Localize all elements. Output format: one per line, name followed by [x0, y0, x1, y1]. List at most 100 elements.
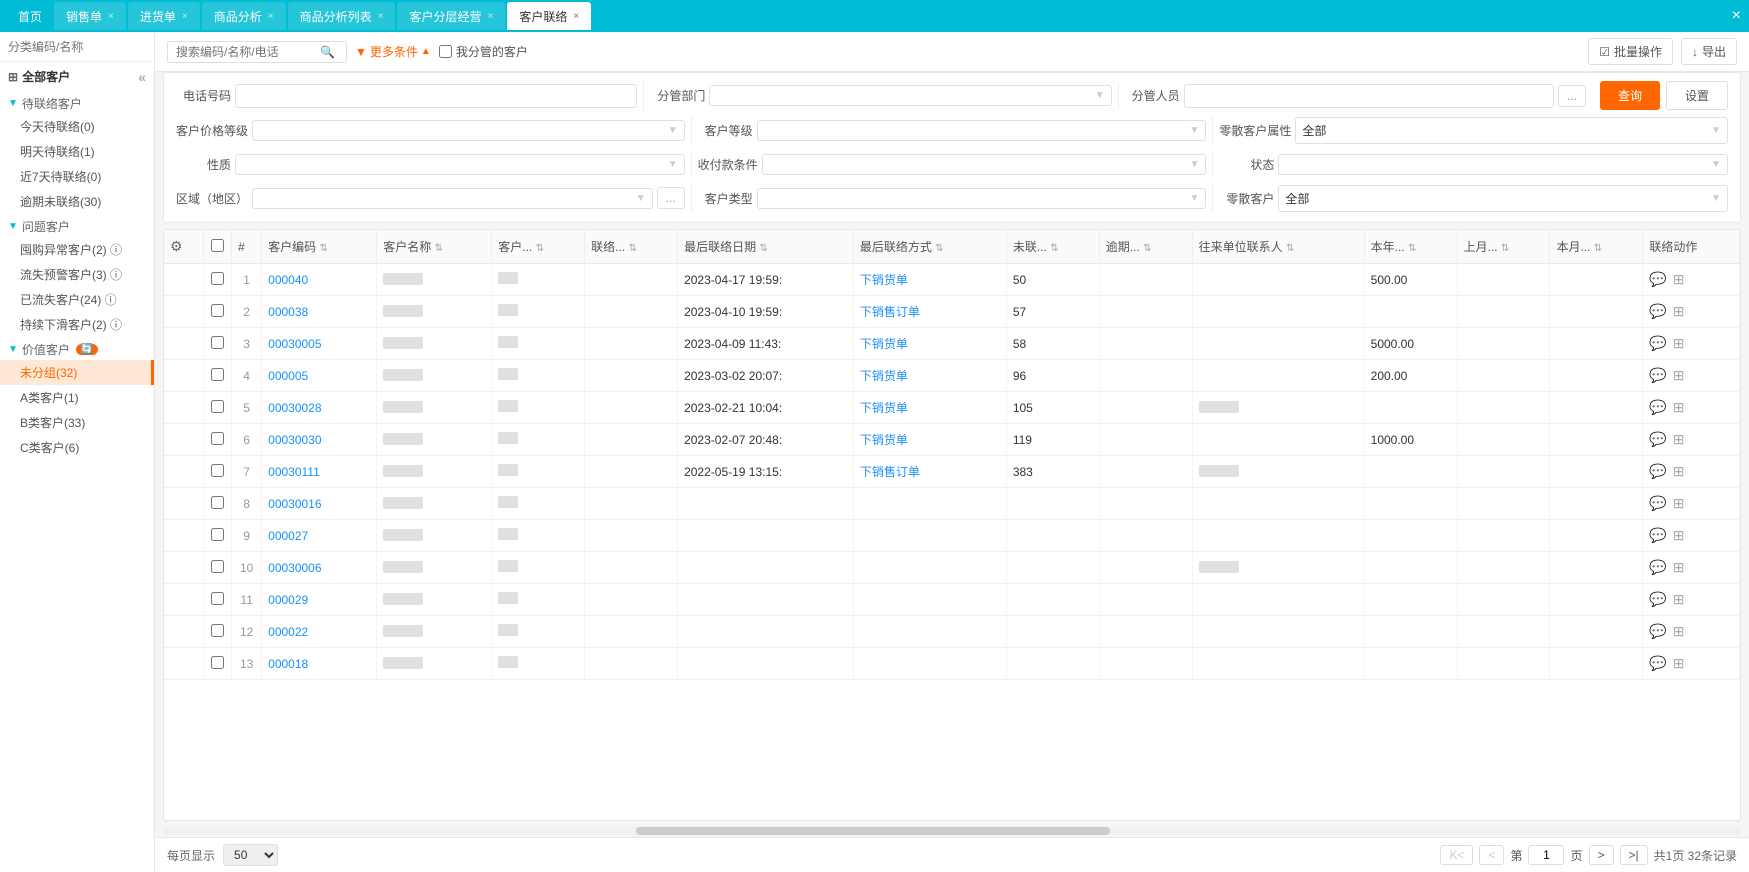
more-action-icon[interactable]: ⊞: [1673, 399, 1685, 416]
more-action-icon[interactable]: ⊞: [1673, 655, 1685, 672]
row-code[interactable]: 00030005: [262, 328, 377, 360]
sidebar-item-today[interactable]: 今天待联络(0): [0, 114, 154, 139]
col-type[interactable]: 客户... ⇅: [492, 230, 585, 264]
sidebar-item-class-b[interactable]: B类客户(33): [0, 410, 154, 435]
row-checkbox[interactable]: [211, 624, 224, 637]
close-customer-contact-icon[interactable]: ×: [573, 11, 579, 22]
row-checkbox[interactable]: [211, 272, 224, 285]
row-checkbox[interactable]: [211, 304, 224, 317]
filter-select-dept[interactable]: ▼: [709, 85, 1111, 106]
customer-code-link[interactable]: 00030111: [268, 465, 320, 479]
filter-region-ellipsis-btn[interactable]: ...: [657, 187, 685, 209]
pending-contact-category[interactable]: ▼ 待联络客户: [0, 91, 154, 114]
tab-customer-contact[interactable]: 客户联络 ×: [507, 2, 591, 30]
row-code[interactable]: 00030030: [262, 424, 377, 456]
more-action-icon[interactable]: ⊞: [1673, 591, 1685, 608]
close-product-analysis-icon[interactable]: ×: [268, 11, 274, 22]
select-all-checkbox[interactable]: [211, 239, 224, 252]
col-overdue[interactable]: 逾期... ⇅: [1099, 230, 1192, 264]
customer-code-link[interactable]: 00030028: [268, 401, 321, 415]
sidebar-search-input[interactable]: [8, 40, 155, 54]
last-method-link[interactable]: 下销货单: [860, 433, 908, 447]
row-code[interactable]: 00030006: [262, 552, 377, 584]
filter-select-retail[interactable]: 全部 ▼: [1278, 185, 1728, 212]
col-no-contact[interactable]: 未联... ⇅: [1006, 230, 1099, 264]
row-checkbox[interactable]: [211, 656, 224, 669]
batch-operation-button[interactable]: ☑ 批量操作: [1588, 38, 1673, 65]
close-product-analysis-list-icon[interactable]: ×: [378, 11, 384, 22]
contact-icon[interactable]: 💬: [1649, 303, 1666, 320]
filter-input-person[interactable]: [1184, 84, 1554, 108]
col-name[interactable]: 客户名称 ⇅: [377, 230, 492, 264]
customer-code-link[interactable]: 000029: [268, 593, 308, 607]
more-action-icon[interactable]: ⊞: [1673, 271, 1685, 288]
col-year-amount[interactable]: 本年... ⇅: [1364, 230, 1457, 264]
row-code[interactable]: 00030111: [262, 456, 377, 488]
row-checkbox[interactable]: [211, 496, 224, 509]
collapse-sidebar-icon[interactable]: «: [138, 69, 146, 85]
contact-icon[interactable]: 💬: [1649, 399, 1666, 416]
customer-code-link[interactable]: 000018: [268, 657, 308, 671]
sidebar-item-churned[interactable]: 已流失客户(24) ⓘ: [0, 287, 154, 312]
contact-icon[interactable]: 💬: [1649, 271, 1666, 288]
close-customer-segment-icon[interactable]: ×: [487, 11, 493, 22]
row-code[interactable]: 000027: [262, 520, 377, 552]
last-method-link[interactable]: 下销售订单: [860, 305, 920, 319]
col-last-method[interactable]: 最后联络方式 ⇅: [853, 230, 1006, 264]
row-code[interactable]: 00030016: [262, 488, 377, 520]
more-action-icon[interactable]: ⊞: [1673, 367, 1685, 384]
contact-icon[interactable]: 💬: [1649, 431, 1666, 448]
more-conditions-btn[interactable]: ▼ 更多条件 ▲: [355, 43, 431, 60]
sidebar-item-overdue[interactable]: 逾期未联络(30): [0, 189, 154, 214]
last-method-link[interactable]: 下销货单: [860, 369, 908, 383]
row-checkbox[interactable]: [211, 400, 224, 413]
close-purchase-icon[interactable]: ×: [182, 11, 188, 22]
contact-icon[interactable]: 💬: [1649, 463, 1666, 480]
last-method-link[interactable]: 下销货单: [860, 337, 908, 351]
my-customers-checkbox[interactable]: [439, 45, 452, 58]
contact-icon[interactable]: 💬: [1649, 495, 1666, 512]
col-code[interactable]: 客户编码 ⇅: [262, 230, 377, 264]
settings-icon[interactable]: ⚙: [170, 238, 183, 254]
sidebar-item-abnormal[interactable]: 囤购异常客户(2) ⓘ: [0, 237, 154, 262]
problem-customers-category[interactable]: ▼ 问题客户: [0, 214, 154, 237]
filter-search-icon[interactable]: 🔍: [320, 45, 335, 59]
scrollbar-thumb[interactable]: [636, 827, 1109, 835]
customer-code-link[interactable]: 000027: [268, 529, 308, 543]
sidebar-item-declining[interactable]: 持续下滑客户(2) ⓘ: [0, 312, 154, 337]
contact-icon[interactable]: 💬: [1649, 623, 1666, 640]
customer-code-link[interactable]: 00030006: [268, 561, 321, 575]
customer-code-link[interactable]: 000040: [268, 273, 308, 287]
tab-customer-segment[interactable]: 客户分层经营 ×: [397, 2, 505, 30]
filter-select-customer-level[interactable]: ▼: [757, 120, 1207, 141]
contact-icon[interactable]: 💬: [1649, 335, 1666, 352]
table-scrollbar[interactable]: [163, 827, 1741, 835]
customer-code-link[interactable]: 000005: [268, 369, 308, 383]
row-checkbox[interactable]: [211, 464, 224, 477]
more-action-icon[interactable]: ⊞: [1673, 559, 1685, 576]
window-close-icon[interactable]: ×: [1732, 7, 1741, 25]
contact-icon[interactable]: 💬: [1649, 367, 1666, 384]
sidebar-item-tomorrow[interactable]: 明天待联络(1): [0, 139, 154, 164]
export-button[interactable]: ↓ 导出: [1681, 38, 1737, 65]
filter-select-ctype[interactable]: ▼: [757, 188, 1207, 209]
customer-code-link[interactable]: 000038: [268, 305, 308, 319]
filter-select-retail-attr[interactable]: 全部 ▼: [1295, 117, 1728, 144]
more-action-icon[interactable]: ⊞: [1673, 463, 1685, 480]
filter-search-box[interactable]: 🔍: [167, 41, 347, 63]
contact-icon[interactable]: 💬: [1649, 559, 1666, 576]
prev-page-btn[interactable]: <: [1479, 845, 1504, 865]
all-customers-header[interactable]: ⊞ 全部客户 «: [0, 62, 154, 91]
more-action-icon[interactable]: ⊞: [1673, 623, 1685, 640]
filter-search-input[interactable]: [176, 45, 316, 59]
col-contact[interactable]: 联络... ⇅: [585, 230, 678, 264]
more-action-icon[interactable]: ⊞: [1673, 335, 1685, 352]
row-code[interactable]: 00030028: [262, 392, 377, 424]
filter-select-payment[interactable]: ▼: [762, 154, 1207, 175]
row-checkbox[interactable]: [211, 528, 224, 541]
row-checkbox[interactable]: [211, 592, 224, 605]
more-action-icon[interactable]: ⊞: [1673, 303, 1685, 320]
row-checkbox[interactable]: [211, 336, 224, 349]
last-page-btn[interactable]: >|: [1620, 845, 1648, 865]
customer-code-link[interactable]: 00030005: [268, 337, 321, 351]
